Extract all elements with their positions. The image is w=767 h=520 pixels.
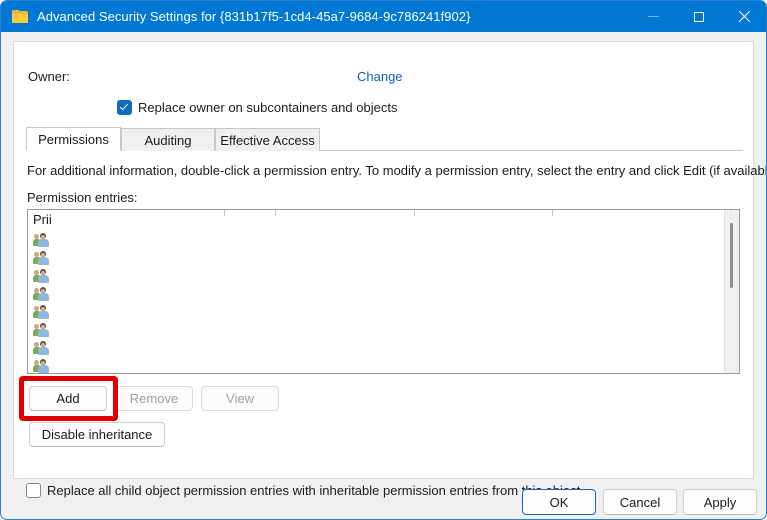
view-button-label: View [226, 391, 254, 406]
group-icon [33, 322, 50, 338]
replace-child-permissions-checkbox[interactable]: Replace all child object permission entr… [26, 483, 580, 498]
table-row[interactable] [28, 285, 726, 303]
close-button[interactable] [721, 1, 766, 32]
cancel-button-label: Cancel [619, 494, 661, 510]
window-controls [631, 1, 766, 32]
owner-row: Owner: Change [28, 69, 728, 89]
column-separator[interactable] [552, 210, 553, 216]
column-header-principal[interactable]: Prii [33, 212, 52, 227]
cancel-button[interactable]: Cancel [603, 489, 677, 515]
table-row[interactable] [28, 249, 726, 267]
tab-permissions[interactable]: Permissions [26, 127, 121, 151]
owner-label: Owner: [28, 69, 70, 84]
group-icon [33, 304, 50, 320]
group-icon [33, 358, 50, 374]
checkbox-box-unchecked[interactable] [26, 483, 41, 498]
apply-button[interactable]: Apply [683, 489, 757, 515]
tab-auditing-label: Auditing [144, 132, 192, 148]
column-separator[interactable] [275, 210, 276, 216]
content-card: Owner: Change Replace owner on subcontai… [13, 41, 766, 498]
replace-child-permissions-label: Replace all child object permission entr… [47, 483, 581, 498]
table-row[interactable] [28, 231, 726, 249]
add-button[interactable]: Add [29, 386, 107, 411]
tab-permissions-label: Permissions [38, 131, 109, 147]
maximize-button[interactable] [676, 1, 721, 32]
tab-effective-access[interactable]: Effective Access [215, 128, 320, 151]
change-owner-link[interactable]: Change [357, 69, 403, 84]
table-row[interactable] [28, 303, 726, 321]
apply-button-label: Apply [703, 494, 737, 510]
group-icon [33, 340, 50, 356]
minimize-button[interactable] [631, 1, 676, 32]
maximize-icon [693, 11, 704, 22]
list-vertical-scrollbar[interactable] [724, 210, 739, 373]
replace-owner-checkbox[interactable]: Replace owner on subcontainers and objec… [117, 100, 397, 115]
table-row[interactable] [28, 357, 726, 374]
window-title: Advanced Security Settings for {831b17f5… [37, 9, 471, 24]
ok-button[interactable]: OK [522, 489, 596, 515]
title-bar: Advanced Security Settings for {831b17f5… [1, 1, 766, 32]
disable-inheritance-button-label: Disable inheritance [41, 427, 153, 442]
disable-inheritance-button[interactable]: Disable inheritance [29, 422, 165, 447]
minimize-icon [648, 16, 659, 17]
checkbox-box-checked[interactable] [117, 100, 132, 115]
column-separator[interactable] [414, 210, 415, 216]
table-row[interactable] [28, 321, 726, 339]
permission-entries-label: Permission entries: [27, 190, 138, 205]
table-row[interactable] [28, 267, 726, 285]
permission-entries-list[interactable]: Prii [27, 209, 740, 374]
list-header: Prii [28, 210, 739, 232]
advanced-security-settings-dialog: Advanced Security Settings for {831b17f5… [0, 0, 767, 520]
folder-icon [12, 9, 28, 24]
replace-owner-checkbox-label: Replace owner on subcontainers and objec… [138, 100, 398, 115]
scrollbar-thumb[interactable] [730, 223, 733, 288]
close-icon [738, 11, 750, 23]
tab-strip: Permissions Auditing Effective Access [26, 127, 743, 151]
group-icon [33, 286, 50, 302]
tab-effective-access-label: Effective Access [220, 132, 315, 148]
table-row[interactable] [28, 339, 726, 357]
tab-auditing[interactable]: Auditing [121, 128, 215, 151]
group-icon [33, 268, 50, 284]
list-body [28, 231, 726, 373]
group-icon [33, 250, 50, 266]
remove-button[interactable]: Remove [115, 386, 193, 411]
group-icon [33, 232, 50, 248]
column-separator[interactable] [224, 210, 225, 216]
ok-button-label: OK [549, 494, 569, 510]
info-text: For additional information, double-click… [27, 163, 767, 178]
view-button[interactable]: View [201, 386, 279, 411]
scrollbar-track [730, 210, 732, 220]
remove-button-label: Remove [129, 391, 179, 406]
add-button-label: Add [56, 391, 80, 406]
